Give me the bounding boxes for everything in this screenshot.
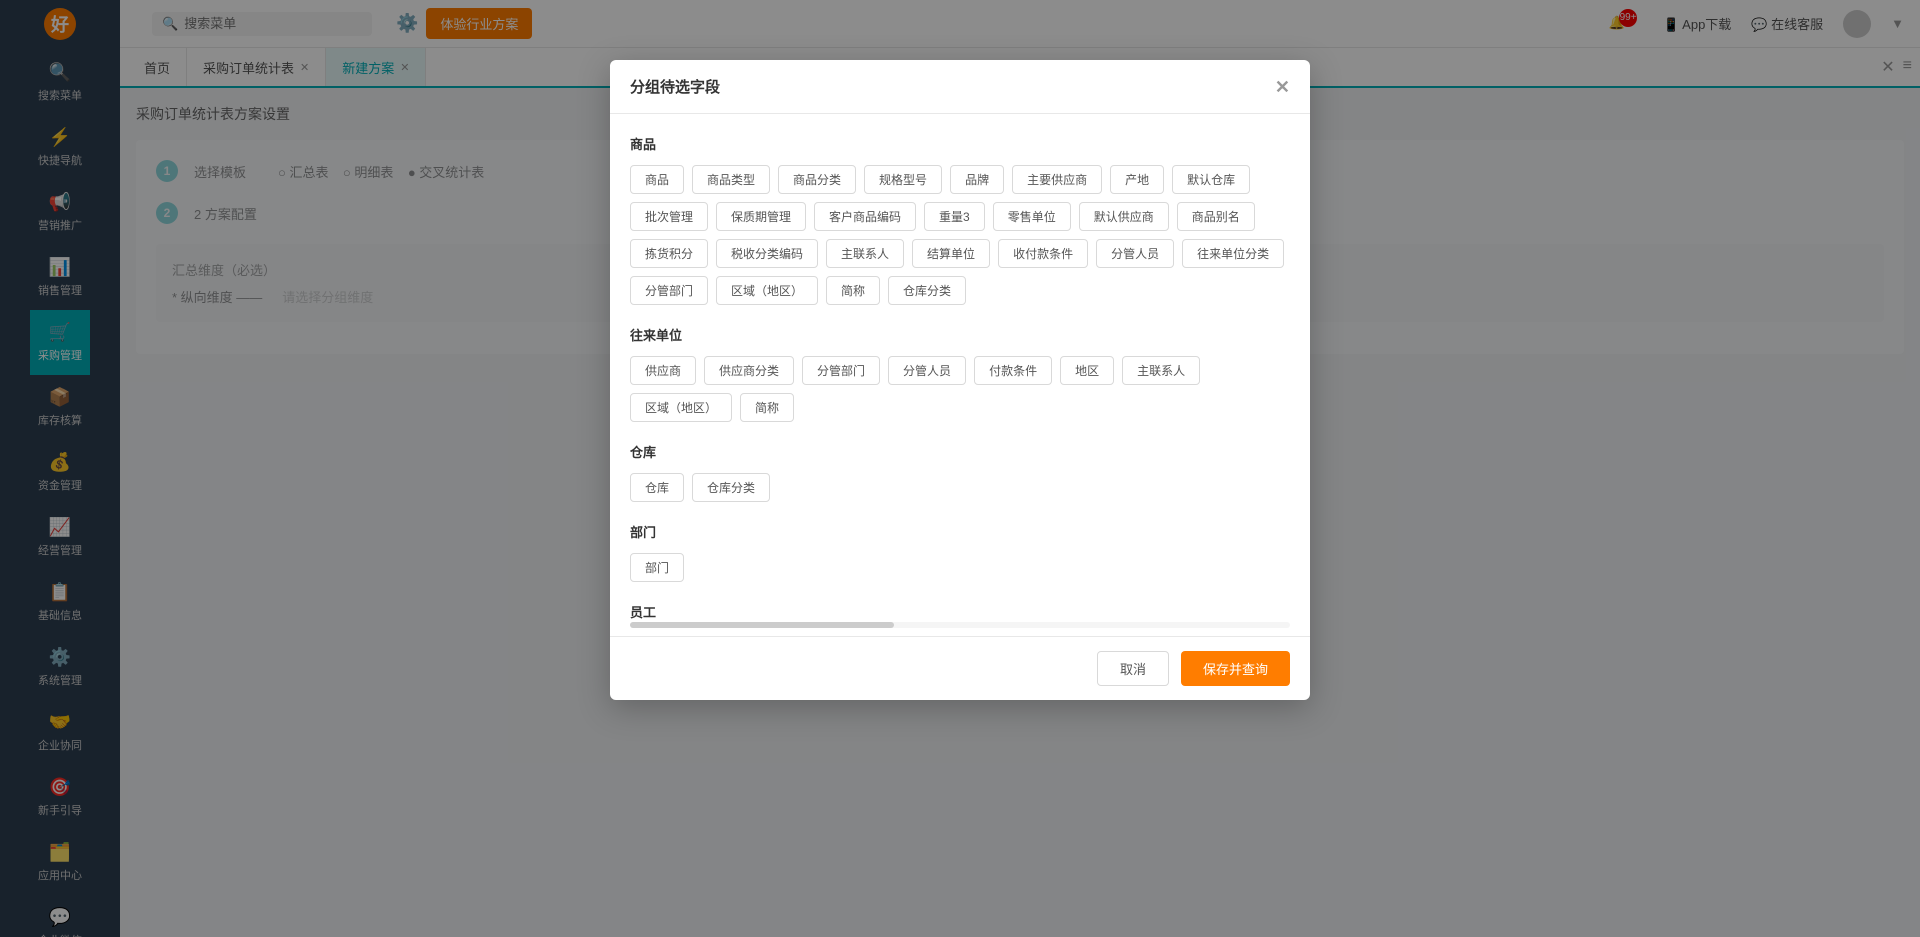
field-tag-1-3[interactable]: 分管人员 <box>888 356 966 385</box>
section-title-4: 员工 <box>630 602 1290 621</box>
section-仓库: 仓库仓库仓库分类 <box>630 442 1290 502</box>
field-tag-0-3[interactable]: 规格型号 <box>864 165 942 194</box>
modal-overlay: 分组待选字段 ✕ 商品商品商品类型商品分类规格型号品牌主要供应商产地默认仓库批次… <box>0 0 1920 937</box>
field-tag-0-2[interactable]: 商品分类 <box>778 165 856 194</box>
field-tags-3: 部门 <box>630 553 1290 582</box>
confirm-button[interactable]: 保存并查询 <box>1181 651 1290 686</box>
field-tag-0-5[interactable]: 主要供应商 <box>1012 165 1102 194</box>
field-tag-0-11[interactable]: 重量3 <box>924 202 985 231</box>
modal-dialog: 分组待选字段 ✕ 商品商品商品类型商品分类规格型号品牌主要供应商产地默认仓库批次… <box>610 60 1310 700</box>
section-title-3: 部门 <box>630 522 1290 541</box>
field-tags-1: 供应商供应商分类分管部门分管人员付款条件地区主联系人区域（地区） 简称 <box>630 356 1290 422</box>
field-tag-0-0[interactable]: 商品 <box>630 165 684 194</box>
field-tag-2-0[interactable]: 仓库 <box>630 473 684 502</box>
field-tags-0: 商品商品类型商品分类规格型号品牌主要供应商产地默认仓库批次管理保质期管理客户商品… <box>630 165 1290 305</box>
field-tag-1-7[interactable]: 区域（地区） <box>630 393 732 422</box>
modal-header: 分组待选字段 ✕ <box>610 60 1310 114</box>
modal-title: 分组待选字段 <box>630 76 720 97</box>
scrollbar-thumb <box>630 622 894 628</box>
field-tag-2-1[interactable]: 仓库分类 <box>692 473 770 502</box>
field-tag-1-8[interactable]: 简称 <box>740 393 794 422</box>
field-tag-3-0[interactable]: 部门 <box>630 553 684 582</box>
field-tag-0-4[interactable]: 品牌 <box>950 165 1004 194</box>
field-tag-0-18[interactable]: 结算单位 <box>912 239 990 268</box>
field-tag-0-21[interactable]: 往来单位分类 <box>1182 239 1284 268</box>
field-tag-0-7[interactable]: 默认仓库 <box>1172 165 1250 194</box>
cancel-button[interactable]: 取消 <box>1097 651 1169 686</box>
field-tag-0-16[interactable]: 税收分类编码 <box>716 239 818 268</box>
field-tag-0-19[interactable]: 收付款条件 <box>998 239 1088 268</box>
field-tag-0-23[interactable]: 区域（地区） <box>716 276 818 305</box>
field-tag-0-20[interactable]: 分管人员 <box>1096 239 1174 268</box>
field-tag-0-13[interactable]: 默认供应商 <box>1079 202 1169 231</box>
section-title-1: 往来单位 <box>630 325 1290 344</box>
modal-footer: 取消 保存并查询 <box>610 636 1310 700</box>
field-tag-0-12[interactable]: 零售单位 <box>993 202 1071 231</box>
modal-close-button[interactable]: ✕ <box>1275 78 1290 96</box>
section-部门: 部门部门 <box>630 522 1290 582</box>
section-title-2: 仓库 <box>630 442 1290 461</box>
field-tag-1-2[interactable]: 分管部门 <box>802 356 880 385</box>
field-tags-2: 仓库仓库分类 <box>630 473 1290 502</box>
field-tag-0-17[interactable]: 主联系人 <box>826 239 904 268</box>
field-tag-1-1[interactable]: 供应商分类 <box>704 356 794 385</box>
section-往来单位: 往来单位供应商供应商分类分管部门分管人员付款条件地区主联系人区域（地区） 简称 <box>630 325 1290 422</box>
field-tag-0-6[interactable]: 产地 <box>1110 165 1164 194</box>
field-tag-0-1[interactable]: 商品类型 <box>692 165 770 194</box>
section-商品: 商品商品商品类型商品分类规格型号品牌主要供应商产地默认仓库批次管理保质期管理客户… <box>630 134 1290 305</box>
modal-body: 商品商品商品类型商品分类规格型号品牌主要供应商产地默认仓库批次管理保质期管理客户… <box>610 114 1310 622</box>
field-tag-1-6[interactable]: 主联系人 <box>1122 356 1200 385</box>
field-tag-0-9[interactable]: 保质期管理 <box>716 202 806 231</box>
field-tag-0-10[interactable]: 客户商品编码 <box>814 202 916 231</box>
field-tag-0-8[interactable]: 批次管理 <box>630 202 708 231</box>
modal-horizontal-scrollbar[interactable] <box>630 622 1290 628</box>
section-title-0: 商品 <box>630 134 1290 153</box>
field-tag-1-0[interactable]: 供应商 <box>630 356 696 385</box>
field-tag-0-25[interactable]: 仓库分类 <box>888 276 966 305</box>
field-tag-0-15[interactable]: 拣货积分 <box>630 239 708 268</box>
field-tag-0-14[interactable]: 商品别名 <box>1177 202 1255 231</box>
field-tag-1-5[interactable]: 地区 <box>1060 356 1114 385</box>
field-tag-0-24[interactable]: 简称 <box>826 276 880 305</box>
field-tag-1-4[interactable]: 付款条件 <box>974 356 1052 385</box>
section-员工: 员工业务员 <box>630 602 1290 622</box>
field-tag-0-22[interactable]: 分管部门 <box>630 276 708 305</box>
